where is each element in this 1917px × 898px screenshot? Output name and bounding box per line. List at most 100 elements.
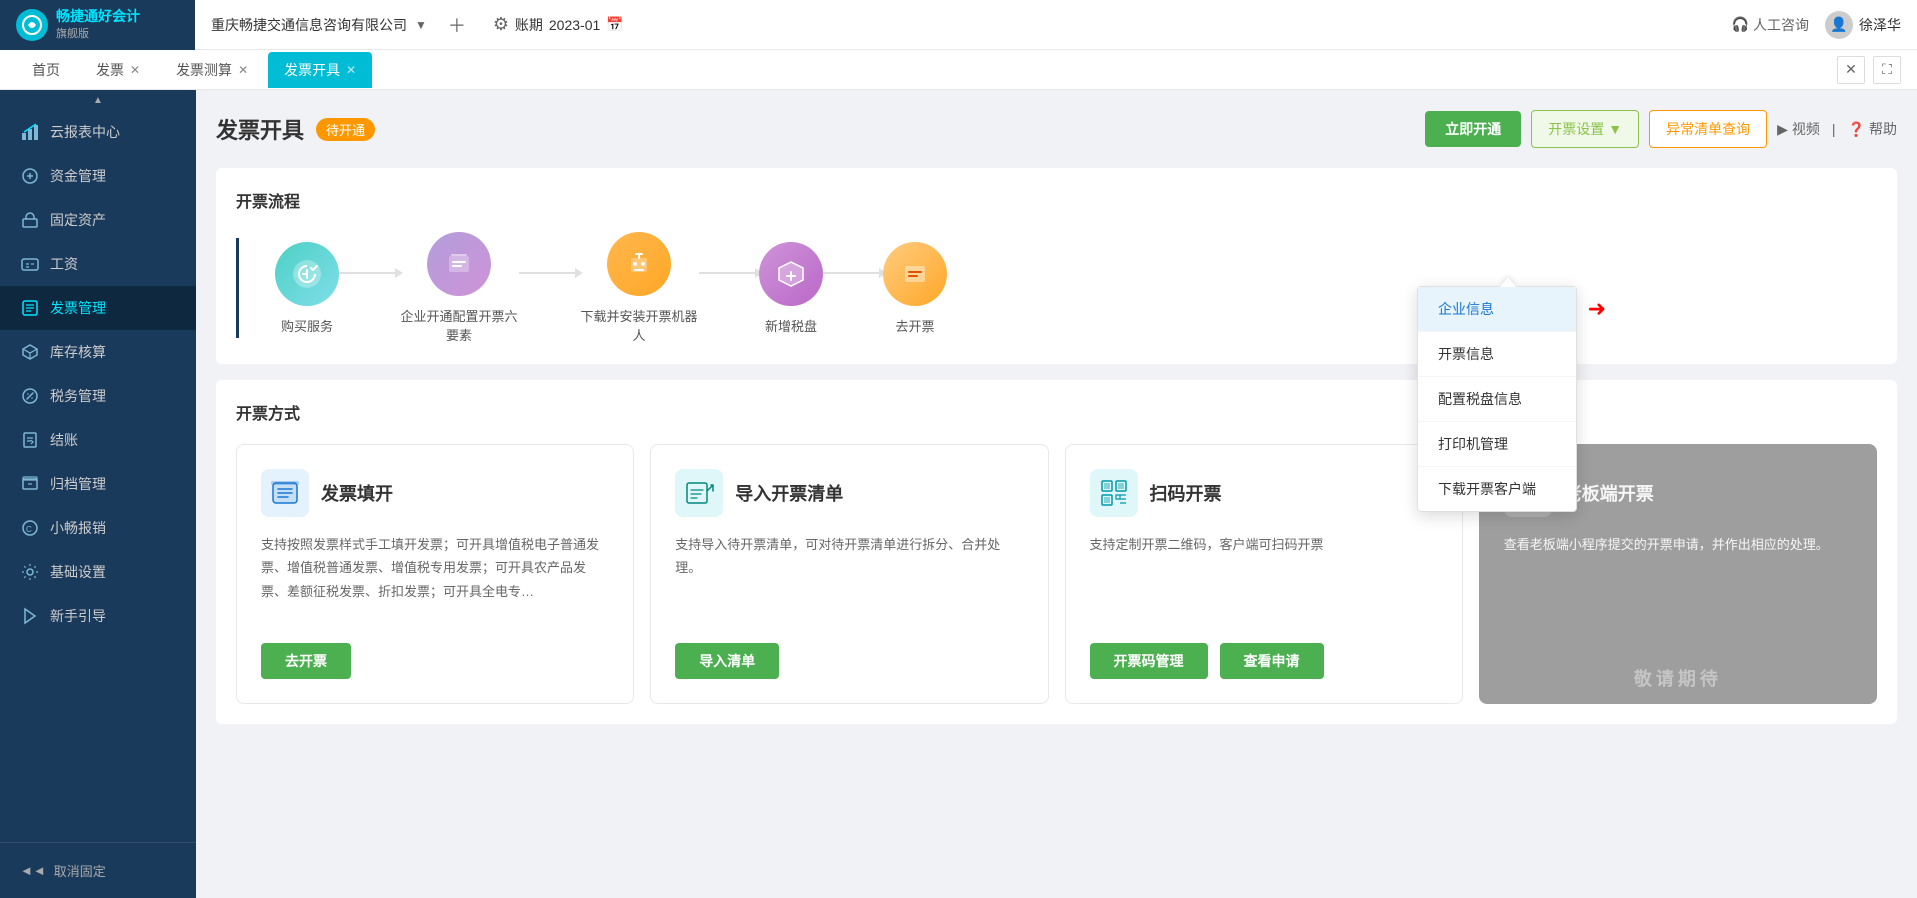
tab-invoice-issue-close[interactable]: ✕ bbox=[346, 63, 356, 77]
logo-area: 畅捷通好会计 旗舰版 bbox=[0, 0, 195, 50]
flow-connector-3 bbox=[699, 272, 759, 274]
import-invoice-button[interactable]: 导入清单 bbox=[675, 643, 779, 679]
tab-invoice-issue-label: 发票开具 bbox=[284, 60, 340, 80]
dropdown-printer-mgmt-label: 打印机管理 bbox=[1438, 436, 1508, 452]
video-button[interactable]: ▶ 视频 bbox=[1777, 119, 1820, 139]
sidebar-item-archive[interactable]: 归档管理 bbox=[0, 462, 196, 506]
page-title-area: 发票开具 待开通 bbox=[216, 113, 375, 145]
settings-button[interactable]: ⚙ bbox=[487, 11, 515, 39]
tab-close-window[interactable]: ✕ bbox=[1837, 56, 1865, 84]
logo-text-area: 畅捷通好会计 旗舰版 bbox=[56, 8, 140, 41]
flow-connector-4 bbox=[823, 272, 883, 274]
disabled-label: 敬请期待 bbox=[1480, 653, 1876, 703]
sidebar-item-report[interactable]: C 小畅报销 bbox=[0, 506, 196, 550]
help-label: 帮助 bbox=[1869, 119, 1897, 139]
sidebar-item-fund-mgmt[interactable]: 资金管理 bbox=[0, 154, 196, 198]
consult-label: 人工咨询 bbox=[1753, 15, 1809, 35]
qr-manage-button[interactable]: 开票码管理 bbox=[1090, 643, 1208, 679]
dropdown-arrow bbox=[1500, 277, 1516, 287]
sidebar-scroll-up[interactable]: ▲ bbox=[0, 90, 196, 110]
sidebar-item-stock[interactable]: 库存核算 bbox=[0, 330, 196, 374]
headset-icon: 🎧 bbox=[1732, 16, 1749, 33]
dropdown-printer-mgmt[interactable]: 打印机管理 bbox=[1418, 422, 1576, 467]
tab-invoice-issue[interactable]: 发票开具 ✕ bbox=[268, 52, 372, 88]
cancel-fixed-button[interactable]: ◄◄ 取消固定 bbox=[0, 851, 196, 890]
help-button[interactable]: ❓ 帮助 bbox=[1848, 119, 1897, 139]
buy-service-label: 购买服务 bbox=[281, 316, 333, 335]
dropdown-download-client[interactable]: 下载开票客户端 bbox=[1418, 467, 1576, 511]
tab-invoice-calc-close[interactable]: ✕ bbox=[238, 63, 248, 77]
sidebar-item-invoice-mgmt[interactable]: 发票管理 bbox=[0, 286, 196, 330]
tab-maximize[interactable]: ⛶ bbox=[1873, 56, 1901, 84]
buy-service-icon bbox=[275, 242, 339, 306]
pin-icon: ◄◄ bbox=[20, 863, 46, 878]
sidebar-label: 新手引导 bbox=[50, 606, 106, 626]
fund-icon bbox=[20, 166, 40, 186]
company-name: 重庆畅捷交通信息咨询有限公司 bbox=[211, 15, 407, 35]
header-right: 🎧 人工咨询 👤 徐泽华 bbox=[1732, 11, 1901, 39]
flow-connector-2 bbox=[519, 272, 579, 274]
issue-invoice-label: 去开票 bbox=[895, 316, 934, 335]
tab-home-label: 首页 bbox=[32, 60, 60, 80]
issue-invoice-icon bbox=[883, 242, 947, 306]
tab-invoice[interactable]: 发票 ✕ bbox=[80, 52, 156, 88]
add-tax-label: 新增税盘 bbox=[765, 316, 817, 335]
fill-invoice-button[interactable]: 去开票 bbox=[261, 643, 351, 679]
sidebar-item-tax-mgmt[interactable]: 税务管理 bbox=[0, 374, 196, 418]
sidebar-item-fixed-assets[interactable]: 固定资产 bbox=[0, 198, 196, 242]
stock-icon bbox=[20, 342, 40, 362]
invoice-icon bbox=[20, 298, 40, 318]
view-apply-button[interactable]: 查看申请 bbox=[1220, 643, 1324, 679]
tab-invoice-calc[interactable]: 发票测算 ✕ bbox=[160, 52, 264, 88]
dropdown-company-info-label: 企业信息 bbox=[1438, 301, 1494, 317]
tab-home[interactable]: 首页 bbox=[16, 52, 76, 88]
flow-step-issue: 去开票 bbox=[883, 242, 947, 335]
sidebar-item-guide[interactable]: 新手引导 bbox=[0, 594, 196, 638]
logo-subtitle: 旗舰版 bbox=[56, 25, 140, 41]
user-info[interactable]: 👤 徐泽华 bbox=[1825, 11, 1901, 39]
import-invoice-desc: 支持导入待开票清单，可对待开票清单进行拆分、合并处理。 bbox=[675, 533, 1023, 580]
dropdown-company-info[interactable]: 企业信息 ➜ bbox=[1418, 287, 1576, 332]
sidebar-item-cloud-report[interactable]: 云报表中心 bbox=[0, 110, 196, 154]
config-enterprise-icon bbox=[427, 232, 491, 296]
period-value: 2023-01 bbox=[549, 17, 600, 33]
consult-button[interactable]: 🎧 人工咨询 bbox=[1732, 15, 1809, 35]
asset-icon bbox=[20, 210, 40, 230]
flow-step-download: 下载并安装开票机器人 bbox=[579, 232, 699, 344]
method-scan-header: 扫码开票 bbox=[1090, 469, 1438, 517]
activate-button[interactable]: 立即开通 bbox=[1425, 111, 1521, 147]
abnormal-list-button[interactable]: 异常清单查询 bbox=[1649, 110, 1767, 148]
sidebar: ▲ 云报表中心 bbox=[0, 90, 196, 898]
svg-text:C: C bbox=[26, 525, 32, 534]
archive-icon bbox=[20, 474, 40, 494]
guide-icon bbox=[20, 606, 40, 626]
dropdown-invoice-info[interactable]: 开票信息 bbox=[1418, 332, 1576, 377]
sidebar-bottom: ◄◄ 取消固定 bbox=[0, 842, 196, 898]
account-period: 账期 2023-01 📅 bbox=[515, 15, 624, 35]
settings-dropdown-button[interactable]: 开票设置 ▼ bbox=[1531, 110, 1639, 148]
methods-section: 开票方式 发票填开 bbox=[216, 380, 1897, 724]
sidebar-item-salary[interactable]: 工资 bbox=[0, 242, 196, 286]
tax-icon bbox=[20, 386, 40, 406]
calendar-icon[interactable]: 📅 bbox=[606, 16, 623, 33]
company-selector[interactable]: 重庆畅捷交通信息咨询有限公司 ▼ bbox=[211, 15, 427, 35]
tab-invoice-close[interactable]: ✕ bbox=[130, 63, 140, 77]
sidebar-label: 工资 bbox=[50, 254, 78, 274]
help-icon: ❓ bbox=[1848, 121, 1865, 138]
dropdown-tax-config[interactable]: 配置税盘信息 bbox=[1418, 377, 1576, 422]
sidebar-item-settings[interactable]: 基础设置 bbox=[0, 550, 196, 594]
sidebar-item-accounting[interactable]: 结账 bbox=[0, 418, 196, 462]
content-area: 发票开具 待开通 立即开通 开票设置 ▼ 异常清单查询 ▶ 视频 | ❓ bbox=[196, 90, 1917, 898]
period-label: 账期 bbox=[515, 15, 543, 35]
import-invoice-title: 导入开票清单 bbox=[735, 480, 843, 506]
flow-section: 开票流程 购买服务 bbox=[216, 168, 1897, 364]
settings-dropdown-menu: 企业信息 ➜ 开票信息 配置税盘信息 打印机管理 下载开票客户端 bbox=[1417, 286, 1577, 512]
sidebar-items: 云报表中心 资金管理 固定资产 bbox=[0, 90, 196, 842]
chart-icon bbox=[20, 122, 40, 142]
avatar-icon: 👤 bbox=[1830, 16, 1847, 33]
status-badge: 待开通 bbox=[316, 118, 375, 141]
download-robot-label: 下载并安装开票机器人 bbox=[579, 306, 699, 344]
add-button[interactable]: ＋ bbox=[443, 11, 471, 39]
download-robot-icon bbox=[607, 232, 671, 296]
boss-invoice-title: 老板端开票 bbox=[1564, 480, 1654, 506]
